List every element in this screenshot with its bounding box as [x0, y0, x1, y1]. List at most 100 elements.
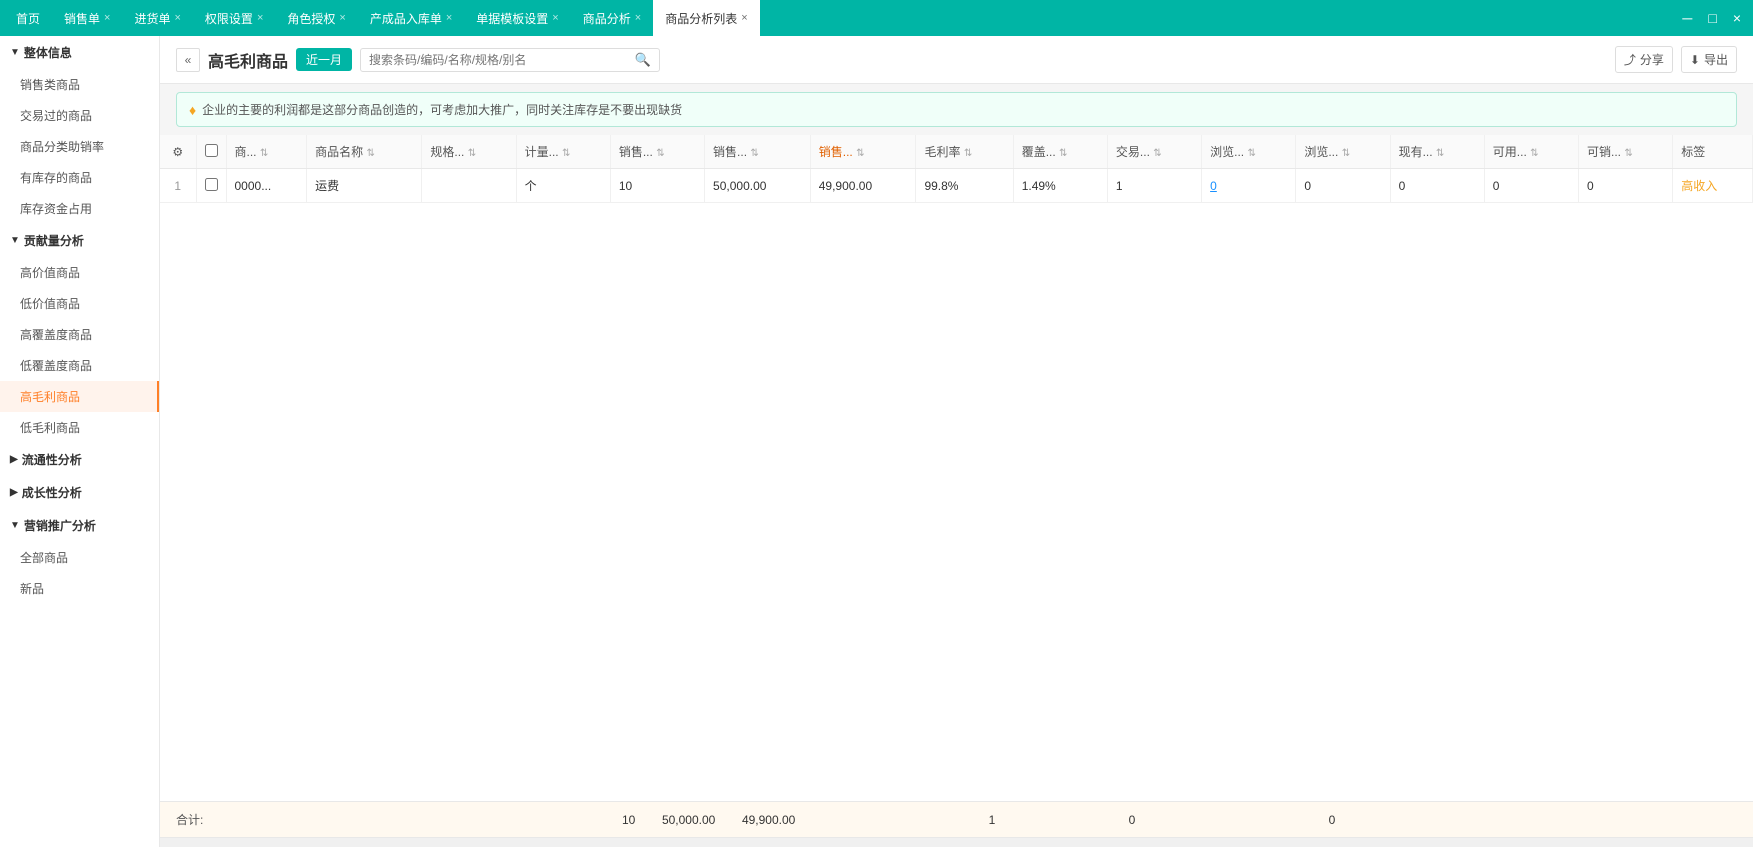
table-wrapper[interactable]: ⚙ 商... ⇅ 商品名称 ⇅ — [160, 135, 1753, 801]
close-template-tab[interactable]: × — [552, 12, 558, 24]
export-icon: ⬇ — [1690, 53, 1700, 67]
close-purchase-order-tab[interactable]: × — [174, 12, 180, 24]
sort-icon-unit[interactable]: ⇅ — [562, 148, 570, 159]
row-browse1-0[interactable]: 0 — [1202, 169, 1296, 203]
sidebar-item-category-rate[interactable]: 商品分类助销率 — [0, 131, 159, 162]
nav-analysis-list[interactable]: 商品分析列表 × — [653, 0, 759, 36]
sort-icon-sale-profit[interactable]: ⇅ — [856, 148, 864, 159]
col-name[interactable]: 商品名称 ⇅ — [307, 135, 422, 169]
nav-template-settings[interactable]: 单据模板设置 × — [464, 0, 570, 36]
nav-home[interactable]: 首页 — [4, 0, 52, 36]
sidebar-group-growth[interactable]: ▶ 成长性分析 — [0, 476, 159, 509]
sort-icon-coverage[interactable]: ⇅ — [1059, 148, 1067, 159]
sidebar-item-low-margin[interactable]: 低毛利商品 — [0, 412, 159, 443]
sidebar-item-high-coverage[interactable]: 高覆盖度商品 — [0, 319, 159, 350]
nav-production-inbound[interactable]: 产成品入库单 × — [358, 0, 464, 36]
main-layout: ▼ 整体信息 销售类商品 交易过的商品 商品分类助销率 有库存的商品 库存资金占… — [0, 36, 1753, 847]
select-all-checkbox[interactable] — [205, 144, 218, 157]
col-settings[interactable]: ⚙ — [160, 135, 196, 169]
col-sku-code[interactable]: 商... ⇅ — [226, 135, 307, 169]
col-sale-profit[interactable]: 销售... ⇅ — [810, 135, 916, 169]
collapse-arrow-marketing: ▼ — [10, 520, 20, 531]
col-checkbox[interactable] — [196, 135, 226, 169]
date-filter-button[interactable]: 近一月 — [296, 48, 352, 71]
row-unit-0: 个 — [516, 169, 610, 203]
row-checkbox-0[interactable] — [196, 169, 226, 203]
col-current-stock[interactable]: 现有... ⇅ — [1390, 135, 1484, 169]
share-icon: ⤴ — [1624, 51, 1636, 68]
sidebar-group-liquidity[interactable]: ▶ 流通性分析 — [0, 443, 159, 476]
sort-icon-browse2[interactable]: ⇅ — [1342, 148, 1350, 159]
sidebar-item-traded-goods[interactable]: 交易过的商品 — [0, 100, 159, 131]
nav-sales-order[interactable]: 销售单 × — [52, 0, 122, 36]
sidebar-group-overall[interactable]: ▼ 整体信息 — [0, 36, 159, 69]
row-sale-profit-0: 49,900.00 — [810, 169, 916, 203]
sort-icon-sku[interactable]: ⇅ — [260, 148, 268, 159]
close-window-button[interactable]: × — [1725, 10, 1749, 26]
search-icon[interactable]: 🔍 — [635, 52, 651, 68]
nav-purchase-order[interactable]: 进货单 × — [122, 0, 192, 36]
info-icon: ♦ — [189, 102, 196, 118]
close-permission-tab[interactable]: × — [257, 12, 263, 24]
col-coverage[interactable]: 覆盖... ⇅ — [1013, 135, 1107, 169]
close-role-tab[interactable]: × — [339, 12, 345, 24]
sort-icon-gross-margin[interactable]: ⇅ — [964, 148, 972, 159]
col-browse1[interactable]: 浏览... ⇅ — [1202, 135, 1296, 169]
sidebar-item-low-value[interactable]: 低价值商品 — [0, 288, 159, 319]
sidebar-item-new-goods[interactable]: 新品 — [0, 573, 159, 604]
nav-role-auth[interactable]: 角色授权 × — [275, 0, 357, 36]
col-available-stock[interactable]: 可用... ⇅ — [1484, 135, 1578, 169]
sort-icon-browse1[interactable]: ⇅ — [1247, 148, 1255, 159]
row-coverage-0: 1.49% — [1013, 169, 1107, 203]
export-button[interactable]: ⬇ 导出 — [1681, 46, 1737, 73]
search-input[interactable] — [369, 53, 635, 67]
sort-icon-name[interactable]: ⇅ — [367, 148, 375, 159]
close-sales-order-tab[interactable]: × — [104, 12, 110, 24]
content-header: « 高毛利商品 近一月 🔍 ⤴ 分享 ⬇ 导出 — [160, 36, 1753, 84]
row-sale-amount-0: 50,000.00 — [705, 169, 811, 203]
minimize-button[interactable]: ─ — [1674, 10, 1700, 26]
table-row: 1 0000... 运费 个 10 50,000.00 49,900.00 99… — [160, 169, 1753, 203]
sidebar-item-low-coverage[interactable]: 低覆盖度商品 — [0, 350, 159, 381]
sidebar-group-marketing[interactable]: ▼ 营销推广分析 — [0, 509, 159, 542]
col-gross-margin[interactable]: 毛利率 ⇅ — [916, 135, 1013, 169]
footer-sale-profit: 49,900.00 — [723, 813, 803, 827]
sort-icon-available-stock[interactable]: ⇅ — [1530, 148, 1538, 159]
sort-icon-sale-qty[interactable]: ⇅ — [656, 148, 664, 159]
nav-permission-settings[interactable]: 权限设置 × — [193, 0, 275, 36]
col-sellable-stock[interactable]: 可销... ⇅ — [1579, 135, 1673, 169]
sidebar-item-all-goods[interactable]: 全部商品 — [0, 542, 159, 573]
col-sale-qty[interactable]: 销售... ⇅ — [610, 135, 704, 169]
info-banner: ♦ 企业的主要的利润都是这部分商品创造的，可考虑加大推广，同时关注库存是不要出现… — [176, 92, 1737, 127]
sidebar-item-in-stock[interactable]: 有库存的商品 — [0, 162, 159, 193]
col-transaction[interactable]: 交易... ⇅ — [1107, 135, 1201, 169]
col-sale-amount[interactable]: 销售... ⇅ — [705, 135, 811, 169]
sort-icon-transaction[interactable]: ⇅ — [1153, 148, 1161, 159]
sidebar-item-high-margin[interactable]: 高毛利商品 — [0, 381, 159, 412]
settings-icon[interactable]: ⚙ — [172, 145, 183, 159]
sort-icon-current-stock[interactable]: ⇅ — [1436, 148, 1444, 159]
row-name-0: 运费 — [307, 169, 422, 203]
close-analysis-list-tab[interactable]: × — [741, 12, 747, 24]
sort-icon-sellable-stock[interactable]: ⇅ — [1624, 148, 1632, 159]
col-browse2[interactable]: 浏览... ⇅ — [1296, 135, 1390, 169]
close-analysis-tab[interactable]: × — [635, 12, 641, 24]
sidebar-item-stock-capital[interactable]: 库存资金占用 — [0, 193, 159, 224]
collapse-sidebar-button[interactable]: « — [176, 48, 200, 72]
col-unit[interactable]: 计量... ⇅ — [516, 135, 610, 169]
col-tag[interactable]: 标签 — [1673, 135, 1753, 169]
share-button[interactable]: ⤴ 分享 — [1615, 46, 1673, 73]
nav-product-analysis[interactable]: 商品分析 × — [571, 0, 653, 36]
sidebar-item-sales-goods[interactable]: 销售类商品 — [0, 69, 159, 100]
close-production-tab[interactable]: × — [446, 12, 452, 24]
footer-transaction: 1 — [923, 813, 1003, 827]
col-spec[interactable]: 规格... ⇅ — [422, 135, 516, 169]
maximize-button[interactable]: □ — [1700, 10, 1724, 26]
sort-icon-spec[interactable]: ⇅ — [468, 148, 476, 159]
table-header-row: ⚙ 商... ⇅ 商品名称 ⇅ — [160, 135, 1753, 169]
sidebar-group-contribution[interactable]: ▼ 贡献量分析 — [0, 224, 159, 257]
info-text: 企业的主要的利润都是这部分商品创造的，可考虑加大推广，同时关注库存是不要出现缺货 — [202, 101, 682, 118]
horizontal-scrollbar[interactable] — [160, 837, 1753, 847]
sort-icon-sale-amount[interactable]: ⇅ — [750, 148, 758, 159]
sidebar-item-high-value[interactable]: 高价值商品 — [0, 257, 159, 288]
